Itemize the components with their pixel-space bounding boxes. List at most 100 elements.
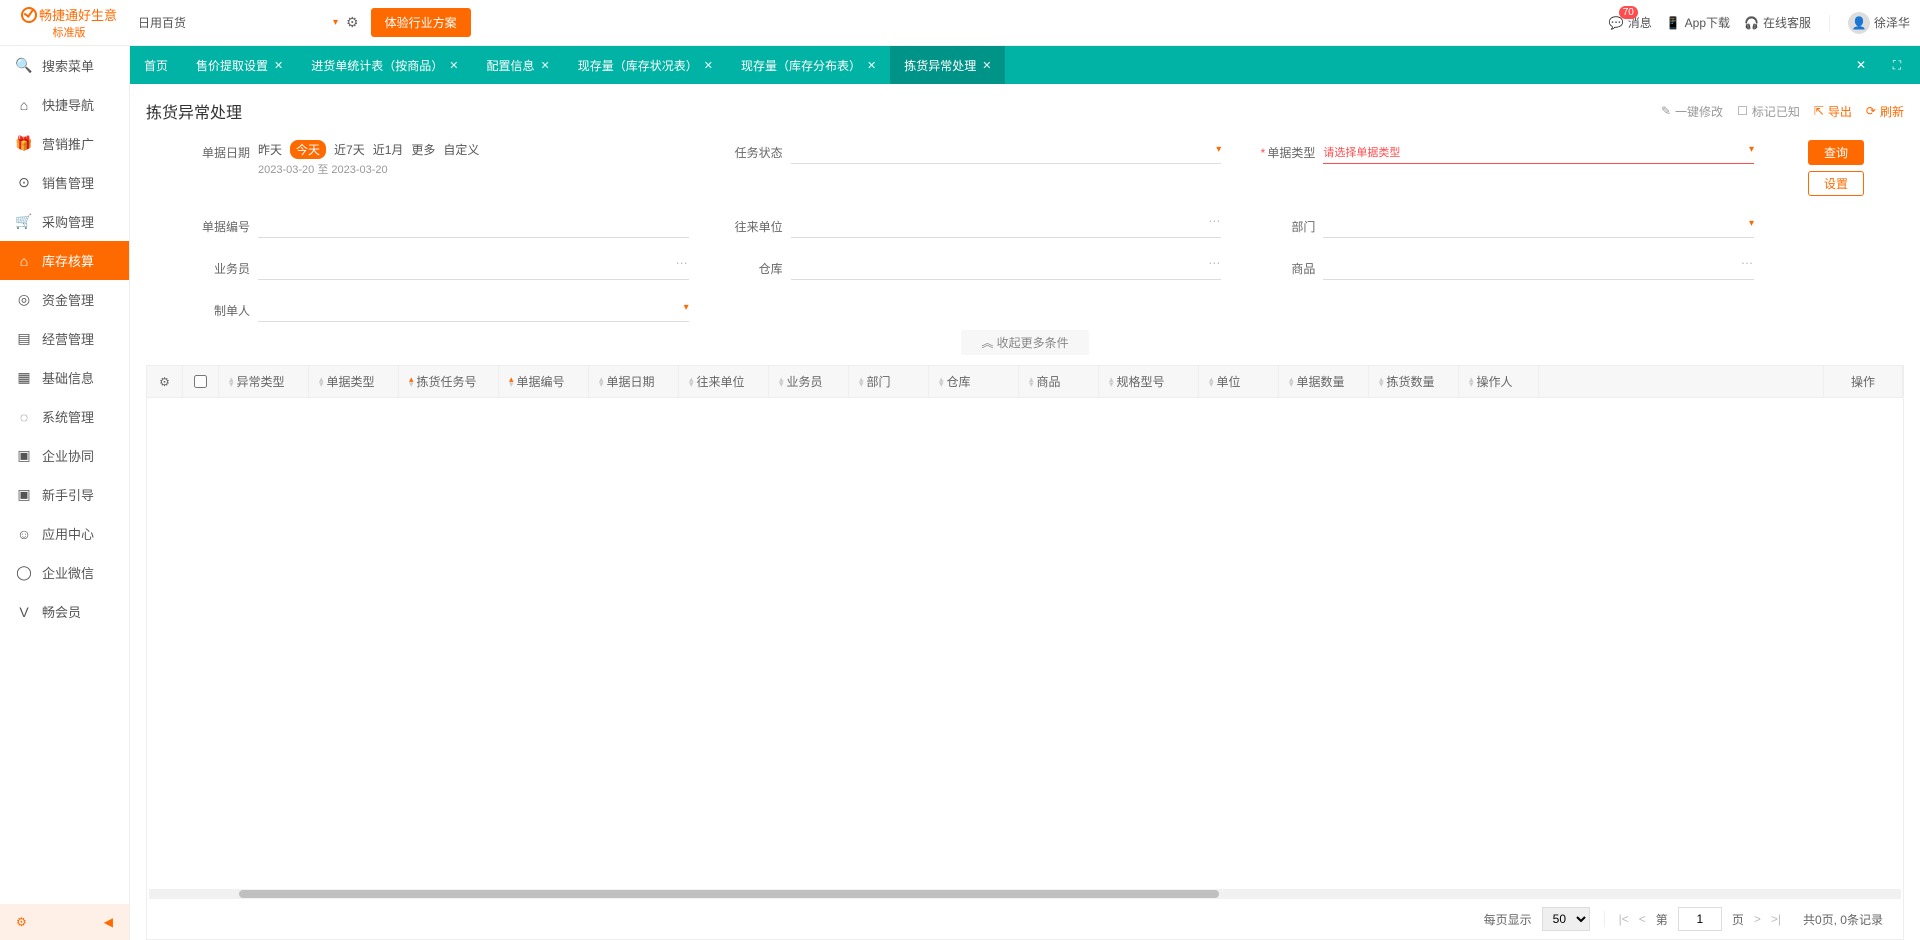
first-page-btn[interactable]: |<	[1619, 912, 1629, 926]
more-icon[interactable]: ⋯	[676, 256, 689, 270]
gear-icon[interactable]: ⚙	[16, 915, 27, 929]
filter-creator[interactable]: 制单人▾	[186, 298, 689, 322]
col-header-7[interactable]: ▴▾部门	[849, 366, 929, 397]
sidebar-item-9[interactable]: ◌系统管理	[0, 397, 129, 436]
divider	[1829, 15, 1830, 31]
tab-2[interactable]: 进货单统计表（按商品）✕	[297, 46, 472, 84]
select-all-checkbox[interactable]	[194, 375, 207, 388]
close-icon[interactable]: ✕	[274, 59, 283, 72]
sort-icon: ▴▾	[1379, 377, 1384, 387]
col-header-12[interactable]: ▴▾单据数量	[1279, 366, 1369, 397]
col-header-3[interactable]: ▴▾单据编号	[499, 366, 589, 397]
tab-0[interactable]: 首页	[130, 46, 182, 84]
page-input[interactable]	[1678, 907, 1722, 931]
prev-page-btn[interactable]: <	[1639, 912, 1646, 926]
close-tab-btn[interactable]: ✕	[1846, 50, 1876, 80]
sidebar-item-8[interactable]: ▦基础信息	[0, 358, 129, 397]
export-btn[interactable]: ⇱导出	[1814, 103, 1852, 120]
horizontal-scrollbar[interactable]	[149, 889, 1901, 899]
collapse-filters-btn[interactable]: ︽ 收起更多条件	[146, 326, 1904, 359]
col-checkbox[interactable]	[183, 366, 219, 397]
date-preset-0[interactable]: 昨天	[258, 141, 282, 158]
filter-doc-no[interactable]: 单据编号	[186, 214, 689, 238]
col-header-11[interactable]: ▴▾单位	[1199, 366, 1279, 397]
close-icon[interactable]: ✕	[704, 59, 713, 72]
mark-known-btn[interactable]: ☐标记已知	[1737, 103, 1800, 120]
batch-edit-btn[interactable]: ✎一键修改	[1661, 103, 1723, 120]
messages-btn[interactable]: 💬 消息 70	[1609, 14, 1652, 31]
col-settings[interactable]: ⚙	[147, 366, 183, 397]
sidebar-item-0[interactable]: 🔍搜索菜单	[0, 46, 129, 85]
query-button[interactable]: 查询	[1808, 140, 1864, 165]
filter-salesman[interactable]: 业务员⋯	[186, 256, 689, 280]
col-header-9[interactable]: ▴▾商品	[1019, 366, 1099, 397]
tab-3[interactable]: 配置信息✕	[472, 46, 563, 84]
sidebar-item-3[interactable]: ⊙销售管理	[0, 163, 129, 202]
sidebar-icon: ▤	[16, 330, 32, 347]
date-preset-5[interactable]: 自定义	[443, 141, 479, 158]
filter-doc-type[interactable]: *单据类型 ▾ 请选择单据类型	[1251, 140, 1754, 164]
filter-dept[interactable]: 部门▾	[1251, 214, 1754, 238]
col-header-2[interactable]: ▴▾拣货任务号	[399, 366, 499, 397]
company-selector[interactable]: 日用百货 ▾	[138, 8, 338, 38]
tab-5[interactable]: 现存量（库存分布表）✕	[727, 46, 890, 84]
refresh-btn[interactable]: ⟳刷新	[1866, 103, 1904, 120]
page-total: 共0页, 0条记录	[1803, 911, 1883, 928]
sidebar-item-11[interactable]: ▣新手引导	[0, 475, 129, 514]
tab-4[interactable]: 现存量（库存状况表）✕	[564, 46, 727, 84]
col-header-0[interactable]: ▴▾异常类型	[219, 366, 309, 397]
settings-button[interactable]: 设置	[1808, 171, 1864, 196]
sidebar-item-2[interactable]: 🎁营销推广	[0, 124, 129, 163]
sidebar-item-5[interactable]: ⌂库存核算	[0, 241, 129, 280]
last-page-btn[interactable]: >|	[1771, 912, 1781, 926]
col-header-1[interactable]: ▴▾单据类型	[309, 366, 399, 397]
col-header-4[interactable]: ▴▾单据日期	[589, 366, 679, 397]
phone-icon: 📱	[1666, 16, 1681, 30]
sidebar-item-7[interactable]: ▤经营管理	[0, 319, 129, 358]
user-menu[interactable]: 👤徐泽华	[1848, 12, 1910, 34]
more-icon[interactable]: ⋯	[1741, 256, 1754, 270]
col-header-15[interactable]: 操作	[1823, 366, 1903, 397]
tab-6[interactable]: 拣货异常处理✕	[890, 46, 1005, 84]
sidebar-item-10[interactable]: ▣企业协同	[0, 436, 129, 475]
filter-task-status[interactable]: 任务状态 ▾	[719, 140, 1222, 164]
filter-warehouse[interactable]: 仓库⋯	[719, 256, 1222, 280]
col-header-6[interactable]: ▴▾业务员	[769, 366, 849, 397]
date-preset-1[interactable]: 今天	[290, 140, 326, 159]
collapse-icon[interactable]: ◀	[104, 915, 113, 929]
sidebar-icon: 🔍	[16, 57, 32, 74]
scrollbar-thumb[interactable]	[239, 890, 1219, 898]
sidebar-icon: 🎁	[16, 135, 32, 152]
more-icon[interactable]: ⋯	[1208, 214, 1221, 228]
col-header-10[interactable]: ▴▾规格型号	[1099, 366, 1199, 397]
date-preset-3[interactable]: 近1月	[373, 141, 404, 158]
close-icon[interactable]: ✕	[867, 59, 876, 72]
col-header-5[interactable]: ▴▾往来单位	[679, 366, 769, 397]
sidebar-item-1[interactable]: ⌂快捷导航	[0, 85, 129, 124]
close-icon[interactable]: ✕	[982, 59, 991, 72]
fullscreen-btn[interactable]: ⛶	[1882, 50, 1912, 80]
col-header-8[interactable]: ▴▾仓库	[929, 366, 1019, 397]
filter-partner[interactable]: 往来单位⋯	[719, 214, 1222, 238]
app-download-btn[interactable]: 📱App下载	[1666, 14, 1730, 31]
close-icon[interactable]: ✕	[449, 59, 458, 72]
online-service-btn[interactable]: 🎧在线客服	[1744, 14, 1811, 31]
page-size-select[interactable]: 50	[1542, 907, 1590, 931]
sidebar-item-13[interactable]: ◯企业微信	[0, 553, 129, 592]
try-industry-btn[interactable]: 体验行业方案	[371, 8, 471, 37]
filter-product[interactable]: 商品⋯	[1251, 256, 1754, 280]
col-header-13[interactable]: ▴▾拣货数量	[1369, 366, 1459, 397]
more-icon[interactable]: ⋯	[1208, 256, 1221, 270]
sidebar-label: 销售管理	[42, 173, 94, 192]
sidebar-item-4[interactable]: 🛒采购管理	[0, 202, 129, 241]
settings-gear-icon[interactable]: ⚙	[346, 14, 359, 31]
next-page-btn[interactable]: >	[1754, 912, 1761, 926]
date-preset-2[interactable]: 近7天	[334, 141, 365, 158]
sidebar-item-6[interactable]: ◎资金管理	[0, 280, 129, 319]
date-preset-4[interactable]: 更多	[411, 141, 435, 158]
close-icon[interactable]: ✕	[541, 59, 550, 72]
tab-1[interactable]: 售价提取设置✕	[182, 46, 297, 84]
sidebar-item-12[interactable]: ☺应用中心	[0, 514, 129, 553]
sidebar-item-14[interactable]: V畅会员	[0, 592, 129, 631]
col-header-14[interactable]: ▴▾操作人	[1459, 366, 1539, 397]
